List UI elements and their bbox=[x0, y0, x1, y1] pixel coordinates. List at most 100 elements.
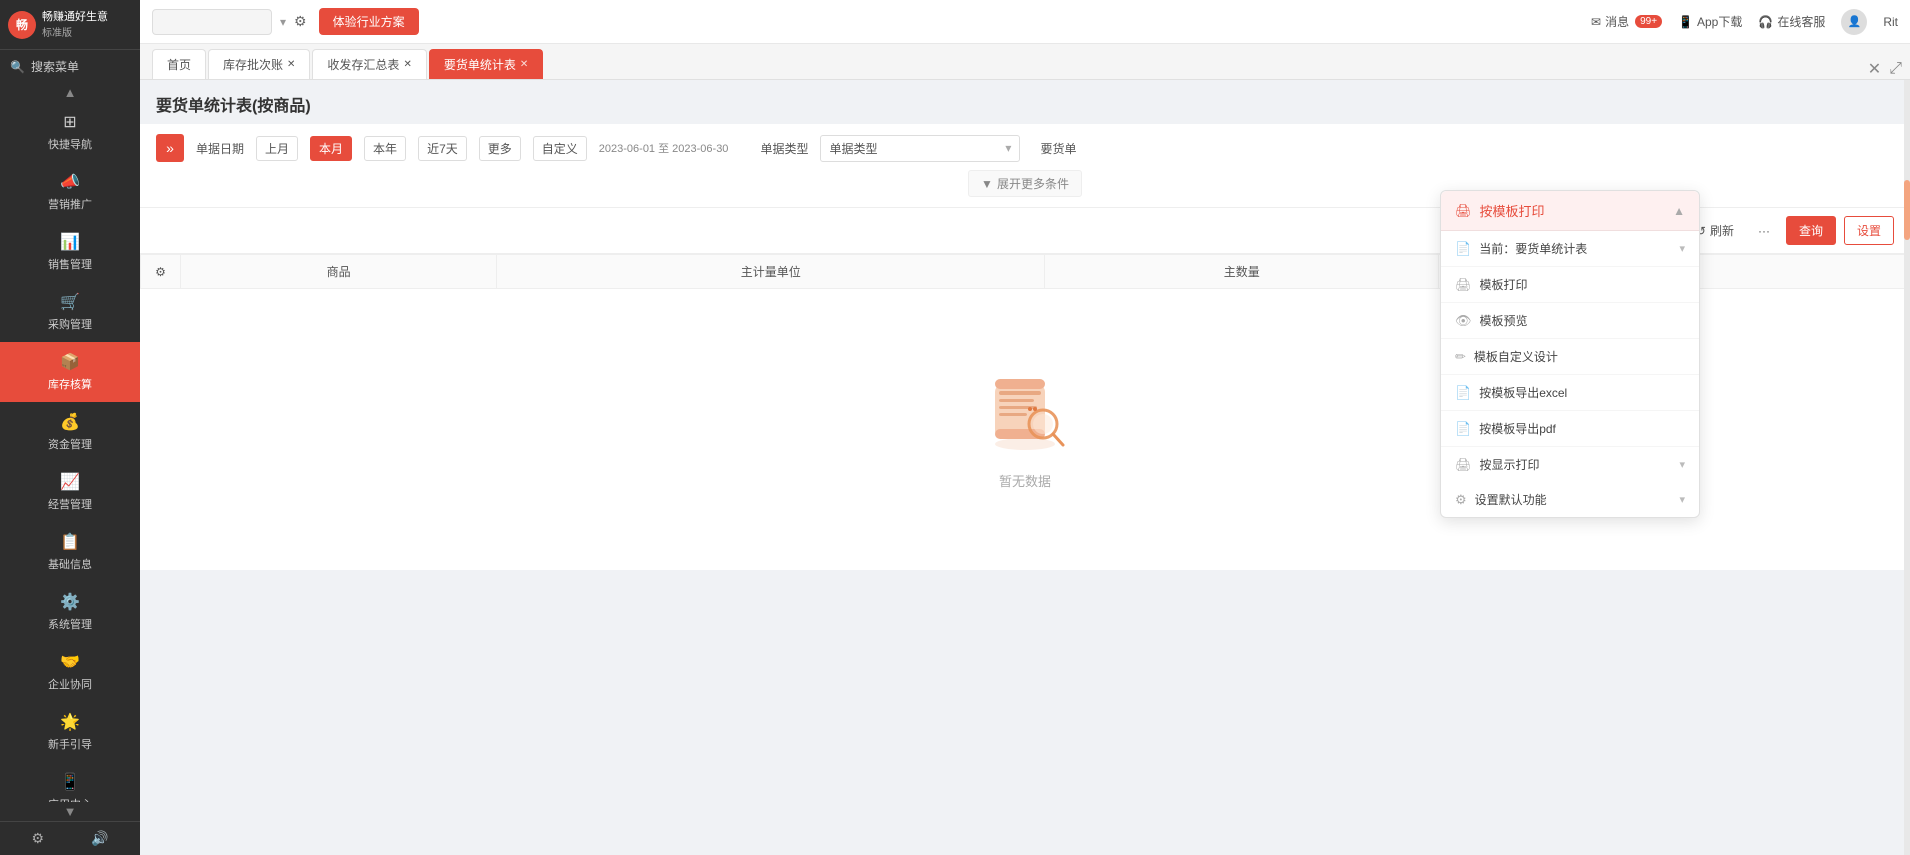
display-print-section[interactable]: 🖨 按显示打印 ▾ bbox=[1441, 447, 1699, 482]
apps-icon: 📱 bbox=[60, 772, 80, 792]
operations-icon: 📈 bbox=[60, 472, 80, 492]
default-settings-section[interactable]: ⚙ 设置默认功能 ▾ bbox=[1441, 482, 1699, 517]
sidebar-item-purchase[interactable]: 🛒 采购管理 bbox=[0, 282, 140, 342]
tabs-right-controls: ✕ ⤢ bbox=[1868, 59, 1910, 79]
sidebar-item-basic[interactable]: 📋 基础信息 bbox=[0, 522, 140, 582]
chevron-right-icon: » bbox=[166, 140, 174, 156]
sidebar-item-inventory[interactable]: 📦 库存核算 bbox=[0, 342, 140, 402]
search-icon: 🔍 bbox=[10, 60, 25, 74]
display-print-chevron-icon: ▾ bbox=[1679, 458, 1685, 471]
print-dropdown-close-area[interactable]: ▲ bbox=[1673, 204, 1685, 218]
export-excel-icon: 📄 bbox=[1455, 385, 1471, 401]
default-settings-icon: ⚙ bbox=[1455, 492, 1467, 508]
empty-state-illustration bbox=[975, 369, 1075, 459]
sidebar-item-sales[interactable]: 📊 销售管理 bbox=[0, 222, 140, 282]
template-preview-item[interactable]: 👁 模板预览 bbox=[1441, 303, 1699, 339]
sidebar-item-finance[interactable]: 💰 资金管理 bbox=[0, 402, 140, 462]
page-title: 要货单统计表(按商品) bbox=[140, 80, 1910, 124]
topbar-search-input[interactable] bbox=[152, 9, 272, 35]
sales-icon: 📊 bbox=[60, 232, 80, 252]
th-qty: 主数量 bbox=[1045, 255, 1439, 289]
tab-batch-account-close[interactable]: ✕ bbox=[287, 59, 295, 70]
guide-icon: 🌟 bbox=[60, 712, 80, 732]
print-dropdown-header: 🖨 按模板打印 ▲ bbox=[1441, 191, 1699, 231]
date-btn-last-month[interactable]: 上月 bbox=[256, 136, 298, 161]
tab-order-stats-close[interactable]: ✕ bbox=[520, 59, 528, 70]
filter-expand-icon[interactable]: » bbox=[156, 134, 184, 162]
print-dropdown: 🖨 按模板打印 ▲ 📄 当前：要货单统计表 ▾ 🖨 模板打印 bbox=[1440, 190, 1700, 518]
topbar: ▾ ⚙ 体验行业方案 ✉ 消息 99+ 📱 App下载 🎧 在线客服 👤 Rit bbox=[140, 0, 1910, 44]
empty-state-text: 暂无数据 bbox=[999, 471, 1051, 490]
th-unit: 主计量单位 bbox=[497, 255, 1045, 289]
marketing-icon: 📣 bbox=[60, 172, 80, 192]
sidebar-item-quick-nav[interactable]: ⊞ 快捷导航 bbox=[0, 102, 140, 162]
display-print-icon: 🖨 bbox=[1455, 457, 1472, 473]
topbar-chevron-icon[interactable]: ▾ bbox=[280, 15, 286, 29]
collab-icon: 🤝 bbox=[60, 652, 80, 672]
logo-text: 畅赚通好生意 标准版 bbox=[42, 10, 108, 39]
avatar[interactable]: 👤 bbox=[1841, 9, 1867, 35]
message-badge: 99+ bbox=[1635, 15, 1662, 28]
template-design-item[interactable]: ✏ 模板自定义设计 bbox=[1441, 339, 1699, 375]
sidebar-search[interactable]: 🔍 搜索菜单 bbox=[0, 50, 140, 83]
main-area: ▾ ⚙ 体验行业方案 ✉ 消息 99+ 📱 App下载 🎧 在线客服 👤 Rit bbox=[140, 0, 1910, 855]
expand-conditions-btn[interactable]: ▼ 展开更多条件 bbox=[968, 170, 1082, 197]
message-btn[interactable]: ✉ 消息 99+ bbox=[1591, 13, 1662, 30]
logo-icon: 畅 bbox=[8, 11, 36, 39]
sidebar-item-marketing[interactable]: 📣 营销推广 bbox=[0, 162, 140, 222]
document-type-select[interactable]: 单据类型 ▾ bbox=[820, 135, 1020, 162]
sidebar-scroll-down[interactable]: ▼ bbox=[0, 802, 140, 821]
more-btn[interactable]: ··· bbox=[1750, 220, 1778, 242]
query-btn[interactable]: 查询 bbox=[1786, 216, 1836, 245]
export-pdf-item[interactable]: 📄 按模板导出pdf bbox=[1441, 411, 1699, 447]
date-btn-custom[interactable]: 自定义 bbox=[533, 136, 587, 161]
current-template-icon: 📄 bbox=[1455, 241, 1471, 257]
sidebar-audio-btn[interactable]: 🔊 bbox=[91, 830, 108, 847]
export-pdf-icon: 📄 bbox=[1455, 421, 1471, 437]
tab-order-stats[interactable]: 要货单统计表 ✕ bbox=[429, 49, 543, 79]
sidebar-item-collab[interactable]: 🤝 企业协同 bbox=[0, 642, 140, 702]
tab-close-all-btn[interactable]: ✕ bbox=[1868, 59, 1881, 79]
tab-batch-account[interactable]: 库存批次账 ✕ bbox=[208, 49, 310, 79]
settings-btn[interactable]: 设置 bbox=[1844, 216, 1894, 245]
customer-service-icon: 🎧 bbox=[1758, 15, 1773, 29]
sidebar-item-apps[interactable]: 📱 应用中心 bbox=[0, 762, 140, 802]
current-template-item[interactable]: 📄 当前：要货单统计表 ▾ bbox=[1441, 231, 1699, 267]
template-design-icon: ✏ bbox=[1455, 349, 1466, 365]
tab-collection-summary[interactable]: 收发存汇总表 ✕ bbox=[312, 49, 426, 79]
sidebar: 畅 畅赚通好生意 标准版 🔍 搜索菜单 ▲ ⊞ 快捷导航 📣 营销推广 📊 销售… bbox=[0, 0, 140, 855]
date-btn-more[interactable]: 更多 bbox=[479, 136, 521, 161]
topbar-gear-icon[interactable]: ⚙ bbox=[294, 13, 307, 30]
tab-collection-summary-close[interactable]: ✕ bbox=[403, 59, 411, 70]
app-download-btn[interactable]: 📱 App下载 bbox=[1678, 13, 1742, 30]
purchase-icon: 🛒 bbox=[60, 292, 80, 312]
quick-nav-icon: ⊞ bbox=[63, 112, 76, 132]
tab-home[interactable]: 首页 bbox=[152, 49, 206, 79]
experience-btn[interactable]: 体验行业方案 bbox=[319, 8, 419, 35]
sidebar-settings-btn[interactable]: ⚙ bbox=[32, 830, 45, 847]
topbar-right: ✉ 消息 99+ 📱 App下载 🎧 在线客服 👤 Rit bbox=[1591, 9, 1898, 35]
right-scrollbar[interactable] bbox=[1904, 80, 1910, 855]
date-btn-this-year[interactable]: 本年 bbox=[364, 136, 406, 161]
tab-expand-btn[interactable]: ⤢ bbox=[1889, 60, 1902, 78]
tabs-bar: 首页 库存批次账 ✕ 收发存汇总表 ✕ 要货单统计表 ✕ ✕ ⤢ bbox=[140, 44, 1910, 80]
sidebar-scroll-up[interactable]: ▲ bbox=[0, 83, 140, 102]
export-excel-item[interactable]: 📄 按模板导出excel bbox=[1441, 375, 1699, 411]
template-print-icon: 🖨 bbox=[1455, 277, 1472, 293]
sidebar-item-guide[interactable]: 🌟 新手引导 bbox=[0, 702, 140, 762]
customer-service-btn[interactable]: 🎧 在线客服 bbox=[1758, 13, 1825, 30]
template-print-item[interactable]: 🖨 模板打印 bbox=[1441, 267, 1699, 303]
sidebar-item-operations[interactable]: 📈 经营管理 bbox=[0, 462, 140, 522]
inventory-icon: 📦 bbox=[60, 352, 80, 372]
date-btn-this-month[interactable]: 本月 bbox=[310, 136, 352, 161]
sidebar-item-system[interactable]: ⚙️ 系统管理 bbox=[0, 582, 140, 642]
print-dropdown-up-icon: ▲ bbox=[1673, 204, 1685, 218]
date-range-display: 2023-06-01 至 2023-06-30 bbox=[599, 140, 729, 156]
th-settings[interactable]: ⚙ bbox=[141, 255, 181, 289]
right-scrollbar-thumb[interactable] bbox=[1904, 180, 1910, 240]
content-area: 要货单统计表(按商品) » 单据日期 上月 本月 本年 近7天 更多 自定义 2… bbox=[140, 80, 1910, 855]
system-icon: ⚙️ bbox=[60, 592, 80, 612]
message-icon: ✉ bbox=[1591, 15, 1601, 29]
template-preview-icon: 👁 bbox=[1455, 313, 1472, 329]
date-btn-7days[interactable]: 近7天 bbox=[418, 136, 467, 161]
